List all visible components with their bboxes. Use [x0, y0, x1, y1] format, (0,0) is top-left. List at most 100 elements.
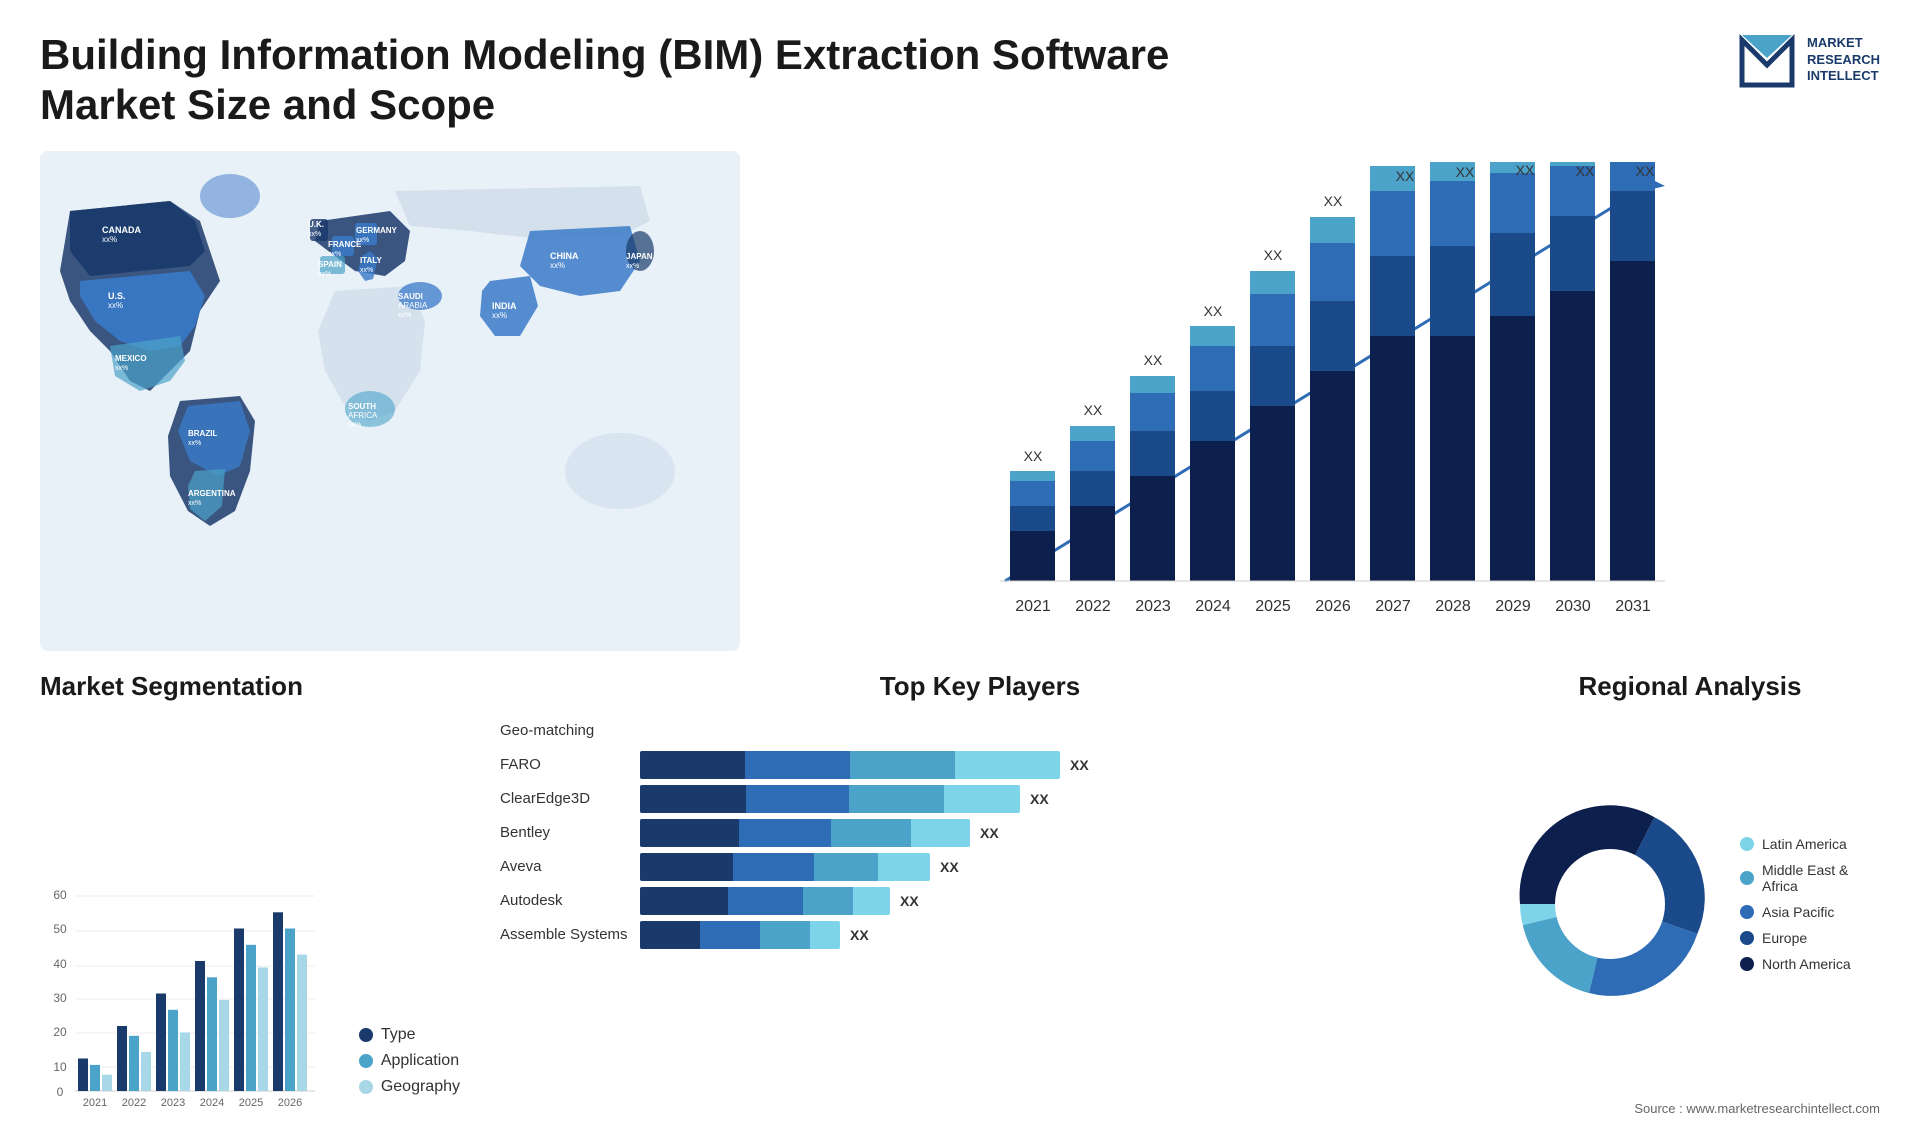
- title-block: Building Information Modeling (BIM) Extr…: [40, 30, 1169, 131]
- list-item: FARO XX: [500, 751, 1460, 779]
- regional-legend-asia: Asia Pacific: [1740, 904, 1880, 920]
- regional-section: Regional Analysis: [1500, 671, 1880, 1116]
- svg-text:xx%: xx%: [308, 231, 321, 238]
- svg-text:XX: XX: [1204, 303, 1223, 319]
- regional-dot-mea: [1740, 871, 1754, 885]
- logo-text: MARKET RESEARCH INTELLECT: [1807, 35, 1880, 86]
- svg-text:2026: 2026: [278, 1097, 302, 1109]
- svg-text:2025: 2025: [1255, 598, 1291, 615]
- source-text: Source : www.marketresearchintellect.com: [1500, 1101, 1880, 1116]
- svg-text:XX: XX: [1324, 193, 1343, 209]
- bottom-row: Market Segmentation 60 50 40 30 20 10 0: [40, 671, 1880, 1116]
- list-item: Assemble Systems XX: [500, 921, 1460, 949]
- svg-text:XX: XX: [1576, 163, 1595, 179]
- list-item: Bentley XX: [500, 819, 1460, 847]
- svg-text:2025: 2025: [239, 1097, 263, 1109]
- list-item: Geo-matching: [500, 717, 1460, 745]
- svg-text:XX: XX: [1144, 352, 1163, 368]
- seg-content: 60 50 40 30 20 10 0: [40, 712, 460, 1116]
- svg-text:U.S.: U.S.: [108, 291, 126, 301]
- svg-text:xx%: xx%: [626, 263, 639, 270]
- svg-text:XX: XX: [1024, 448, 1043, 464]
- world-map: CANADA xx% U.S. xx% MEXICO xx% BRAZIL xx…: [40, 151, 740, 651]
- svg-text:2022: 2022: [1075, 598, 1111, 615]
- legend-item-type: Type: [359, 1026, 460, 1044]
- svg-text:XX: XX: [1084, 402, 1103, 418]
- svg-text:50: 50: [53, 922, 67, 936]
- page-title: Building Information Modeling (BIM) Extr…: [40, 30, 1169, 131]
- svg-text:GERMANY: GERMANY: [356, 226, 398, 235]
- bar-chart: 2021 XX 2022 XX 2023 XX: [780, 161, 1860, 641]
- segmentation-title: Market Segmentation: [40, 671, 460, 702]
- seg-chart: 60 50 40 30 20 10 0: [40, 881, 339, 1116]
- chart-section: 2021 XX 2022 XX 2023 XX: [760, 151, 1880, 651]
- svg-text:0: 0: [57, 1085, 64, 1099]
- svg-text:2022: 2022: [122, 1097, 146, 1109]
- svg-text:U.K.: U.K.: [308, 220, 324, 229]
- svg-text:XX: XX: [1456, 164, 1475, 180]
- map-section: CANADA xx% U.S. xx% MEXICO xx% BRAZIL xx…: [40, 151, 740, 651]
- svg-text:xx%: xx%: [115, 365, 128, 372]
- svg-text:xx%: xx%: [492, 311, 507, 320]
- regional-dot-latin-america: [1740, 837, 1754, 851]
- donut-chart: [1500, 794, 1720, 1014]
- regional-legend-latin-america: Latin America: [1740, 836, 1880, 852]
- svg-text:JAPAN: JAPAN: [626, 252, 653, 261]
- svg-text:SPAIN: SPAIN: [318, 260, 342, 269]
- svg-text:2021: 2021: [83, 1097, 107, 1109]
- svg-text:xx%: xx%: [550, 261, 565, 270]
- legend-dot-geography: [359, 1080, 373, 1094]
- svg-text:xx%: xx%: [102, 235, 117, 244]
- svg-text:2023: 2023: [1135, 598, 1171, 615]
- svg-text:60: 60: [53, 888, 67, 902]
- logo-icon: [1737, 30, 1797, 90]
- svg-text:30: 30: [53, 991, 67, 1005]
- svg-text:SOUTH: SOUTH: [348, 402, 376, 411]
- svg-text:2024: 2024: [1195, 598, 1231, 615]
- svg-text:AFRICA: AFRICA: [348, 411, 378, 420]
- list-item: Autodesk XX: [500, 887, 1460, 915]
- players-title: Top Key Players: [500, 671, 1460, 702]
- header: Building Information Modeling (BIM) Extr…: [40, 30, 1880, 131]
- svg-text:2027: 2027: [1375, 598, 1411, 615]
- svg-text:BRAZIL: BRAZIL: [188, 429, 217, 438]
- svg-text:xx%: xx%: [398, 312, 411, 319]
- svg-text:2029: 2029: [1495, 598, 1531, 615]
- svg-text:xx%: xx%: [188, 440, 201, 447]
- logo-block: MARKET RESEARCH INTELLECT: [1737, 30, 1880, 90]
- svg-text:2031: 2031: [1615, 598, 1651, 615]
- svg-text:2023: 2023: [161, 1097, 185, 1109]
- svg-text:2030: 2030: [1555, 598, 1591, 615]
- svg-text:XX: XX: [1636, 163, 1655, 179]
- regional-legend-mea: Middle East & Africa: [1740, 862, 1880, 894]
- segmentation-section: Market Segmentation 60 50 40 30 20 10 0: [40, 671, 460, 1116]
- svg-text:40: 40: [53, 957, 67, 971]
- regional-legend-europe: Europe: [1740, 930, 1880, 946]
- svg-text:XX: XX: [1264, 247, 1283, 263]
- svg-text:CHINA: CHINA: [550, 251, 579, 261]
- svg-text:xx%: xx%: [328, 251, 341, 258]
- svg-text:2028: 2028: [1435, 598, 1471, 615]
- svg-text:2026: 2026: [1315, 598, 1351, 615]
- seg-legend: Type Application Geography: [359, 1026, 460, 1096]
- svg-text:xx%: xx%: [356, 237, 369, 244]
- svg-text:xx%: xx%: [188, 500, 201, 507]
- svg-text:xx%: xx%: [348, 422, 361, 429]
- svg-text:2021: 2021: [1015, 598, 1051, 615]
- regional-dot-europe: [1740, 931, 1754, 945]
- top-row: CANADA xx% U.S. xx% MEXICO xx% BRAZIL xx…: [40, 151, 1880, 651]
- legend-dot-application: [359, 1054, 373, 1068]
- seg-chart-svg: 60 50 40 30 20 10 0: [40, 881, 320, 1111]
- legend-item-geography: Geography: [359, 1078, 460, 1096]
- svg-text:ARABIA: ARABIA: [398, 301, 428, 310]
- svg-text:10: 10: [53, 1060, 67, 1074]
- regional-legend: Latin America Middle East & Africa Asia …: [1740, 836, 1880, 972]
- svg-text:xx%: xx%: [318, 271, 331, 278]
- svg-text:ARGENTINA: ARGENTINA: [188, 489, 236, 498]
- svg-text:20: 20: [53, 1025, 67, 1039]
- donut-svg: [1500, 794, 1720, 1014]
- svg-text:CANADA: CANADA: [102, 225, 141, 235]
- svg-text:XX: XX: [1516, 162, 1535, 178]
- legend-dot-type: [359, 1028, 373, 1042]
- regional-legend-north-america: North America: [1740, 956, 1880, 972]
